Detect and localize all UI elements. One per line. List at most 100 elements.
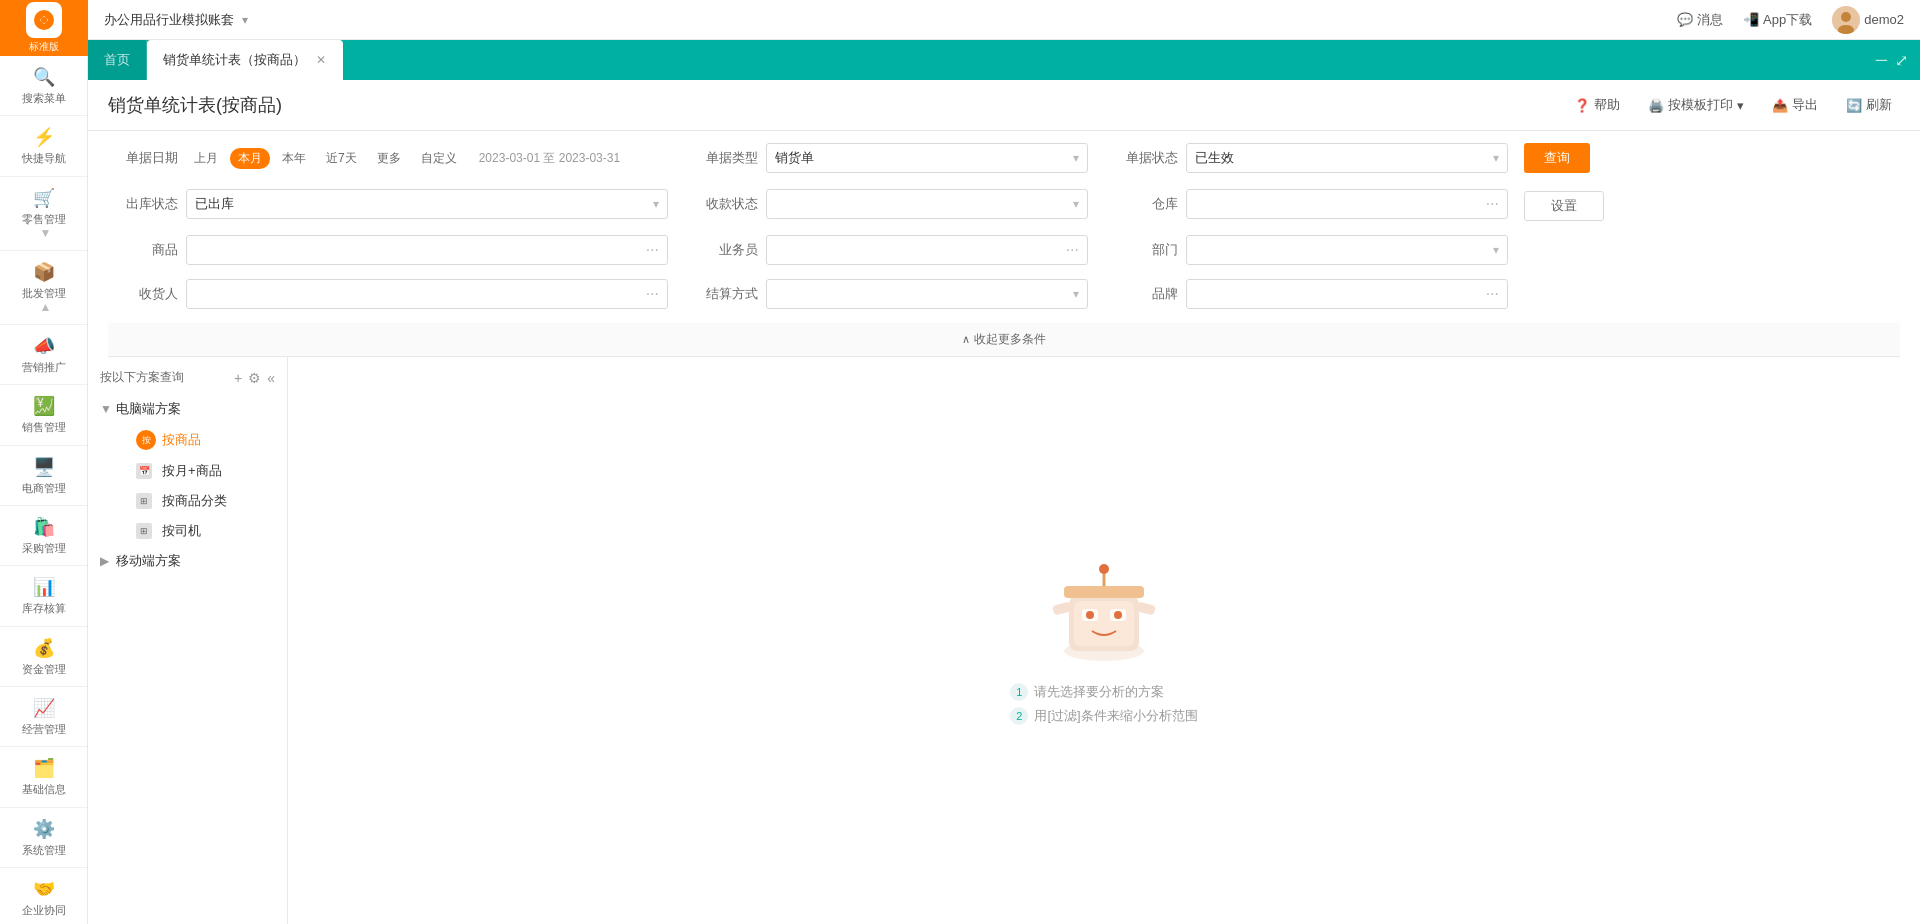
settings-button[interactable]: 设置: [1524, 191, 1604, 221]
sidebar-item-search[interactable]: 🔍 搜索菜单: [0, 56, 87, 116]
empty-state: 1 请先选择要分析的方案 2 用[过滤]条件来缩小分析范围: [1010, 551, 1197, 731]
app-download-action[interactable]: 📲 App下载: [1743, 11, 1812, 29]
sales-icon: 💹: [33, 395, 55, 417]
main-area: 办公用品行业模拟账套 ▾ 💬 消息 📲 App下载 de: [88, 0, 1920, 924]
collapse-label: 收起更多条件: [974, 331, 1046, 348]
date-tab-thismonth[interactable]: 本月: [230, 148, 270, 169]
tree-node-by-goods-cat[interactable]: ⊞ 按商品分类: [108, 486, 287, 516]
filter-salesman: 业务员 ···: [688, 235, 1088, 265]
print-label: 按模板打印: [1668, 96, 1733, 114]
tab-expand-icon[interactable]: ⤢: [1895, 51, 1908, 70]
tab-minimize-icon[interactable]: ─: [1876, 51, 1887, 69]
sidebar-item-operations[interactable]: 📈 经营管理: [0, 687, 87, 747]
dept-select[interactable]: ▾: [1186, 235, 1508, 265]
salesman-input[interactable]: ···: [766, 235, 1088, 265]
tab-home[interactable]: 首页: [88, 40, 147, 80]
topbar-right: 💬 消息 📲 App下载 demo2: [1677, 6, 1904, 34]
sidebar-item-enterprise[interactable]: 🤝 企业协同: [0, 868, 87, 924]
recipient-label: 收货人: [108, 285, 178, 303]
sidebar-item-wholesale[interactable]: 📦 批发管理 ▲: [0, 251, 87, 325]
goods-dots-icon: ···: [646, 241, 659, 259]
settings-scheme-icon[interactable]: ⚙: [248, 370, 261, 386]
add-scheme-icon[interactable]: +: [234, 370, 242, 386]
tip-num-1: 1: [1010, 683, 1028, 701]
filter-date: 单据日期 上月 本月 本年 近7天 更多 自定义 2023-03-01 至 20…: [108, 148, 668, 169]
refresh-icon: 🔄: [1846, 98, 1862, 113]
sidebar-item-sales[interactable]: 💹 销售管理: [0, 385, 87, 445]
goods-input[interactable]: ···: [186, 235, 668, 265]
quicknav-icon: ⚡: [33, 126, 55, 148]
brand-label: 品牌: [1108, 285, 1178, 303]
doctype-select[interactable]: 销货单 ▾: [766, 143, 1088, 173]
svg-rect-7: [1074, 601, 1134, 646]
salesman-label: 业务员: [688, 241, 758, 259]
tree-node-by-goods[interactable]: 按 按商品: [108, 424, 287, 456]
date-label: 单据日期: [108, 149, 178, 167]
tree-section-pc[interactable]: ▼ 电脑端方案: [88, 394, 287, 424]
sidebar-item-inventory[interactable]: 📊 库存核算: [0, 566, 87, 626]
collapse-row[interactable]: ∧ 收起更多条件: [108, 323, 1900, 357]
by-driver-label: 按司机: [162, 522, 201, 540]
settlement-select[interactable]: ▾: [766, 279, 1088, 309]
page-header: 销货单统计表(按商品) ❓ 帮助 🖨️ 按模板打印 ▾ 📤 导出 🔄 刷新: [88, 80, 1920, 131]
sidebar-item-system[interactable]: ⚙️ 系统管理: [0, 808, 87, 868]
empty-tip-1: 1 请先选择要分析的方案: [1010, 683, 1197, 701]
tree-node-by-month-goods[interactable]: 📅 按月+商品: [108, 456, 287, 486]
tab-sales-report[interactable]: 销货单统计表（按商品） ✕: [147, 40, 343, 80]
docstatus-select[interactable]: 已生效 ▾: [1186, 143, 1508, 173]
brand-input[interactable]: ···: [1186, 279, 1508, 309]
sidebar-item-basic[interactable]: 🗂️ 基础信息: [0, 747, 87, 807]
sidebar-item-ecommerce[interactable]: 🖥️ 电商管理: [0, 446, 87, 506]
sidebar-item-retail[interactable]: 🛒 零售管理 ▼: [0, 177, 87, 251]
filter-goods: 商品 ···: [108, 235, 668, 265]
sidebar-item-finance[interactable]: 💰 资金管理: [0, 627, 87, 687]
query-button[interactable]: 查询: [1524, 143, 1590, 173]
logo-area[interactable]: 标准版: [0, 0, 88, 56]
message-label: 消息: [1697, 11, 1723, 29]
sales-report-tab-label: 销货单统计表（按商品）: [163, 51, 306, 69]
tree-node-by-driver[interactable]: ⊞ 按司机: [108, 516, 287, 546]
doctype-value: 销货单: [775, 149, 814, 167]
recipient-input[interactable]: ···: [186, 279, 668, 309]
date-tab-last7days[interactable]: 近7天: [318, 148, 365, 169]
salesman-dots-icon: ···: [1066, 241, 1079, 259]
left-panel-icons: + ⚙ «: [234, 370, 275, 386]
enterprise-icon: 🤝: [33, 878, 55, 900]
settlement-label: 结算方式: [688, 285, 758, 303]
help-button[interactable]: ❓ 帮助: [1566, 92, 1628, 118]
topbar-dropdown-icon[interactable]: ▾: [242, 13, 248, 27]
svg-point-10: [1086, 611, 1094, 619]
sidebar-item-quicknav[interactable]: ⚡ 快捷导航: [0, 116, 87, 176]
sidebar-basic-label: 基础信息: [22, 782, 66, 796]
help-icon: ❓: [1574, 98, 1590, 113]
date-tab-thisyear[interactable]: 本年: [274, 148, 314, 169]
message-action[interactable]: 💬 消息: [1677, 11, 1723, 29]
tab-close-icon[interactable]: ✕: [316, 53, 326, 67]
collapse-panel-icon[interactable]: «: [267, 370, 275, 386]
warehouse-input[interactable]: ···: [1186, 189, 1508, 219]
page-title: 销货单统计表(按商品): [108, 93, 282, 129]
date-tab-custom[interactable]: 自定义: [413, 148, 465, 169]
sidebar-purchase-label: 采购管理: [22, 541, 66, 555]
outstatus-select[interactable]: 已出库 ▾: [186, 189, 668, 219]
date-tab-lastmonth[interactable]: 上月: [186, 148, 226, 169]
sidebar-item-marketing[interactable]: 📣 营销推广: [0, 325, 87, 385]
filter-doctype: 单据类型 销货单 ▾: [688, 143, 1088, 173]
filter-docstatus: 单据状态 已生效 ▾: [1108, 143, 1508, 173]
logo-label: 标准版: [29, 40, 59, 54]
export-label: 导出: [1792, 96, 1818, 114]
sidebar: 标准版 🔍 搜索菜单 ⚡ 快捷导航 🛒 零售管理 ▼ 📦 批发管理 ▲ 📣 营销…: [0, 0, 88, 924]
ecommerce-icon: 🖥️: [33, 456, 55, 478]
sidebar-finance-label: 资金管理: [22, 662, 66, 676]
help-label: 帮助: [1594, 96, 1620, 114]
tree-section-mobile[interactable]: ▶ 移动端方案: [88, 546, 287, 576]
refresh-button[interactable]: 🔄 刷新: [1838, 92, 1900, 118]
retail-expand-icon: ▼: [40, 226, 52, 240]
sidebar-wholesale-label: 批发管理: [22, 286, 66, 300]
sidebar-item-purchase[interactable]: 🛍️ 采购管理: [0, 506, 87, 566]
user-area[interactable]: demo2: [1832, 6, 1904, 34]
payment-input[interactable]: ▾: [766, 189, 1088, 219]
date-tab-more[interactable]: 更多: [369, 148, 409, 169]
print-button[interactable]: 🖨️ 按模板打印 ▾: [1640, 92, 1752, 118]
export-button[interactable]: 📤 导出: [1764, 92, 1826, 118]
